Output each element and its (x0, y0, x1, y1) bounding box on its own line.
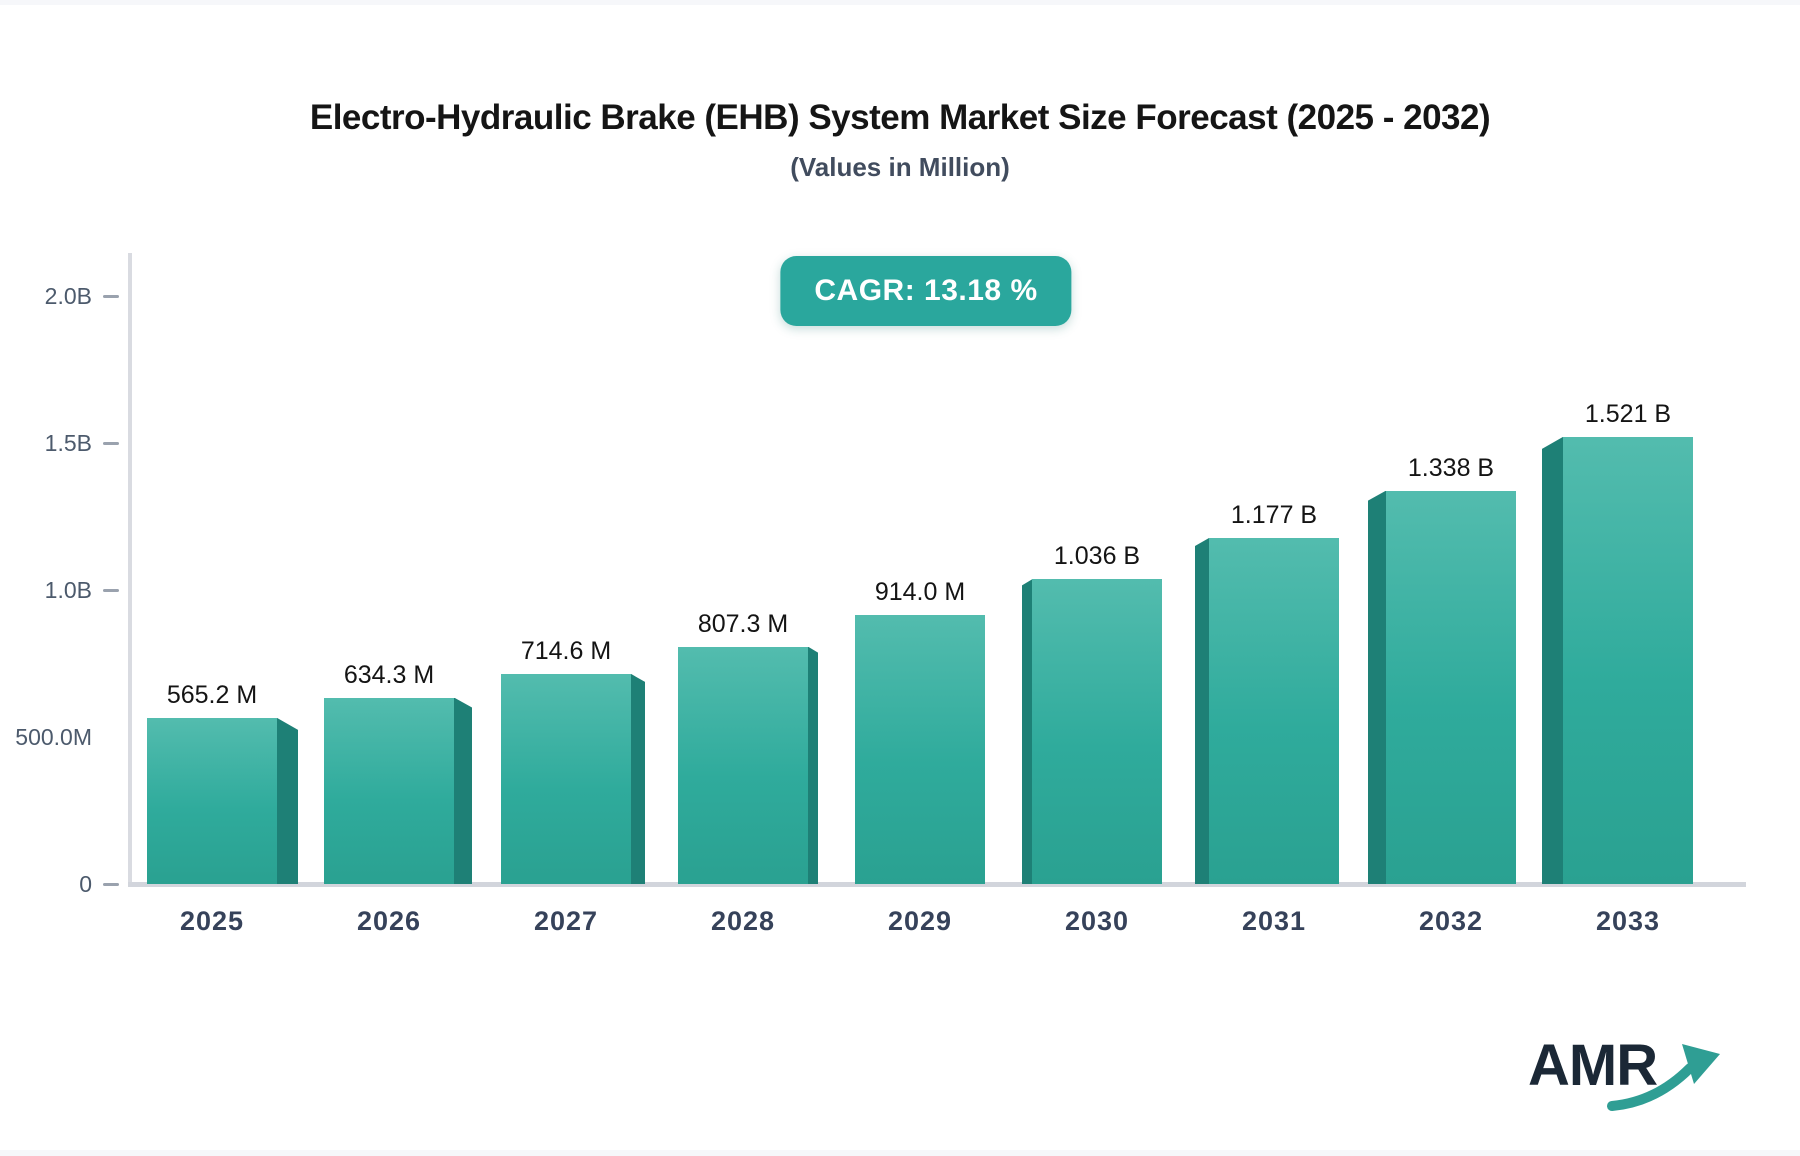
y-axis-tick-dash (103, 883, 119, 886)
bar-side (631, 673, 645, 884)
y-axis-line (128, 253, 132, 886)
y-axis-tick-label: 1.0B (44, 577, 92, 603)
bar-value-label: 807.3 M (697, 609, 789, 638)
bar-side (1368, 490, 1386, 884)
bar-side (1195, 537, 1209, 884)
y-axis-tick-label: 0 (79, 871, 92, 897)
bar-value-label: 1.521 B (1584, 399, 1672, 428)
bar-side (454, 697, 472, 884)
bar-2025 (147, 717, 277, 884)
bar-side (277, 717, 298, 884)
y-axis-tick-dash (103, 589, 119, 592)
bar-side (808, 646, 818, 884)
bar-2027 (501, 673, 631, 884)
amr-logo: AMR (1520, 1032, 1740, 1122)
bar-2028 (678, 646, 808, 884)
plot-area: 2.0B 1.5B 1.0B 500.0M 0 565.2 M 2025 634.3 M 202… (0, 0, 1800, 1156)
bar-2026 (324, 697, 454, 884)
amr-logo-arrow-icon (1607, 1044, 1720, 1111)
y-axis-tick-label: 500.0M (15, 724, 92, 750)
bar-value-label: 714.6 M (520, 636, 612, 665)
chart-canvas: Electro-Hydraulic Brake (EHB) System Mar… (0, 0, 1800, 1156)
bar-2033 (1563, 436, 1693, 884)
y-axis-tick-label: 1.5B (44, 430, 92, 456)
bar-2029 (855, 615, 985, 884)
x-axis-label-2033: 2033 (1595, 906, 1661, 936)
bar-side (1542, 436, 1563, 884)
bar-2030 (1032, 579, 1162, 884)
bar-2031 (1209, 537, 1339, 884)
y-axis-tick-dash (103, 442, 119, 445)
bar-2032 (1386, 490, 1516, 884)
y-axis-tick-dash (103, 295, 119, 298)
bar-side (1022, 579, 1032, 884)
y-axis-tick-label: 2.0B (44, 283, 92, 309)
